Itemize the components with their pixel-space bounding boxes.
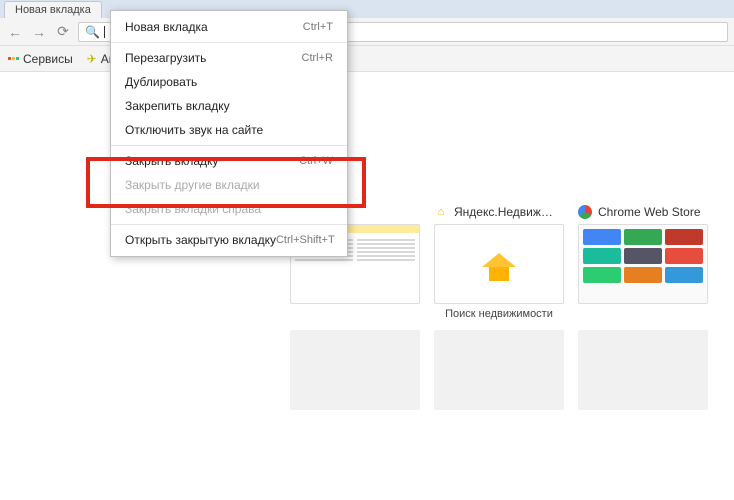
speed-dial-tile-cws[interactable]: Chrome Web Store [578, 204, 708, 320]
favicon: ⌂ [434, 205, 448, 219]
tile-title-text: Яндекс.Недвижим… [454, 205, 558, 219]
menu-reload[interactable]: Перезагрузить Ctrl+R [111, 46, 347, 70]
speed-dial-tile-realty[interactable]: ⌂ Яндекс.Недвижим… Поиск недвижимости [434, 204, 564, 320]
search-icon: 🔍 [85, 25, 100, 39]
house-icon [482, 247, 516, 281]
back-icon[interactable]: ← [6, 24, 24, 40]
menu-close-tab[interactable]: Закрыть вкладку Ctrl+W [111, 149, 347, 173]
menu-new-tab[interactable]: Новая вкладка Ctrl+T [111, 15, 347, 39]
menu-mute[interactable]: Отключить звук на сайте [111, 118, 347, 142]
menu-separator [111, 224, 347, 225]
tile-title: Chrome Web Store [578, 204, 708, 220]
speed-dial-empty[interactable] [434, 330, 564, 410]
address-cursor [104, 26, 105, 38]
tab-context-menu: Новая вкладка Ctrl+T Перезагрузить Ctrl+… [110, 10, 348, 257]
menu-duplicate[interactable]: Дублировать [111, 70, 347, 94]
reload-icon[interactable]: ⟳ [54, 23, 72, 40]
tile-preview [434, 224, 564, 304]
tile-title-text: Chrome Web Store [598, 205, 701, 219]
apps-shortcut[interactable]: Сервисы [8, 52, 73, 66]
menu-separator [111, 42, 347, 43]
menu-close-others: Закрыть другие вкладки [111, 173, 347, 197]
favicon [578, 205, 592, 219]
apps-icon [8, 57, 19, 60]
tab-title: Новая вкладка [15, 4, 91, 16]
speed-dial-empty[interactable] [290, 330, 420, 410]
tile-title: ⌂ Яндекс.Недвижим… [434, 204, 564, 220]
tile-preview [578, 224, 708, 304]
menu-close-right: Закрыть вкладки справа [111, 197, 347, 221]
tile-caption: Поиск недвижимости [434, 308, 564, 320]
apps-label: Сервисы [23, 52, 73, 66]
browser-tab[interactable]: Новая вкладка [4, 1, 102, 18]
forward-icon[interactable]: → [30, 24, 48, 40]
menu-separator [111, 145, 347, 146]
airplane-icon: ✈ [87, 52, 97, 66]
menu-pin[interactable]: Закрепить вкладку [111, 94, 347, 118]
speed-dial-empty[interactable] [578, 330, 708, 410]
menu-reopen-closed[interactable]: Открыть закрытую вкладку Ctrl+Shift+T [111, 228, 347, 252]
